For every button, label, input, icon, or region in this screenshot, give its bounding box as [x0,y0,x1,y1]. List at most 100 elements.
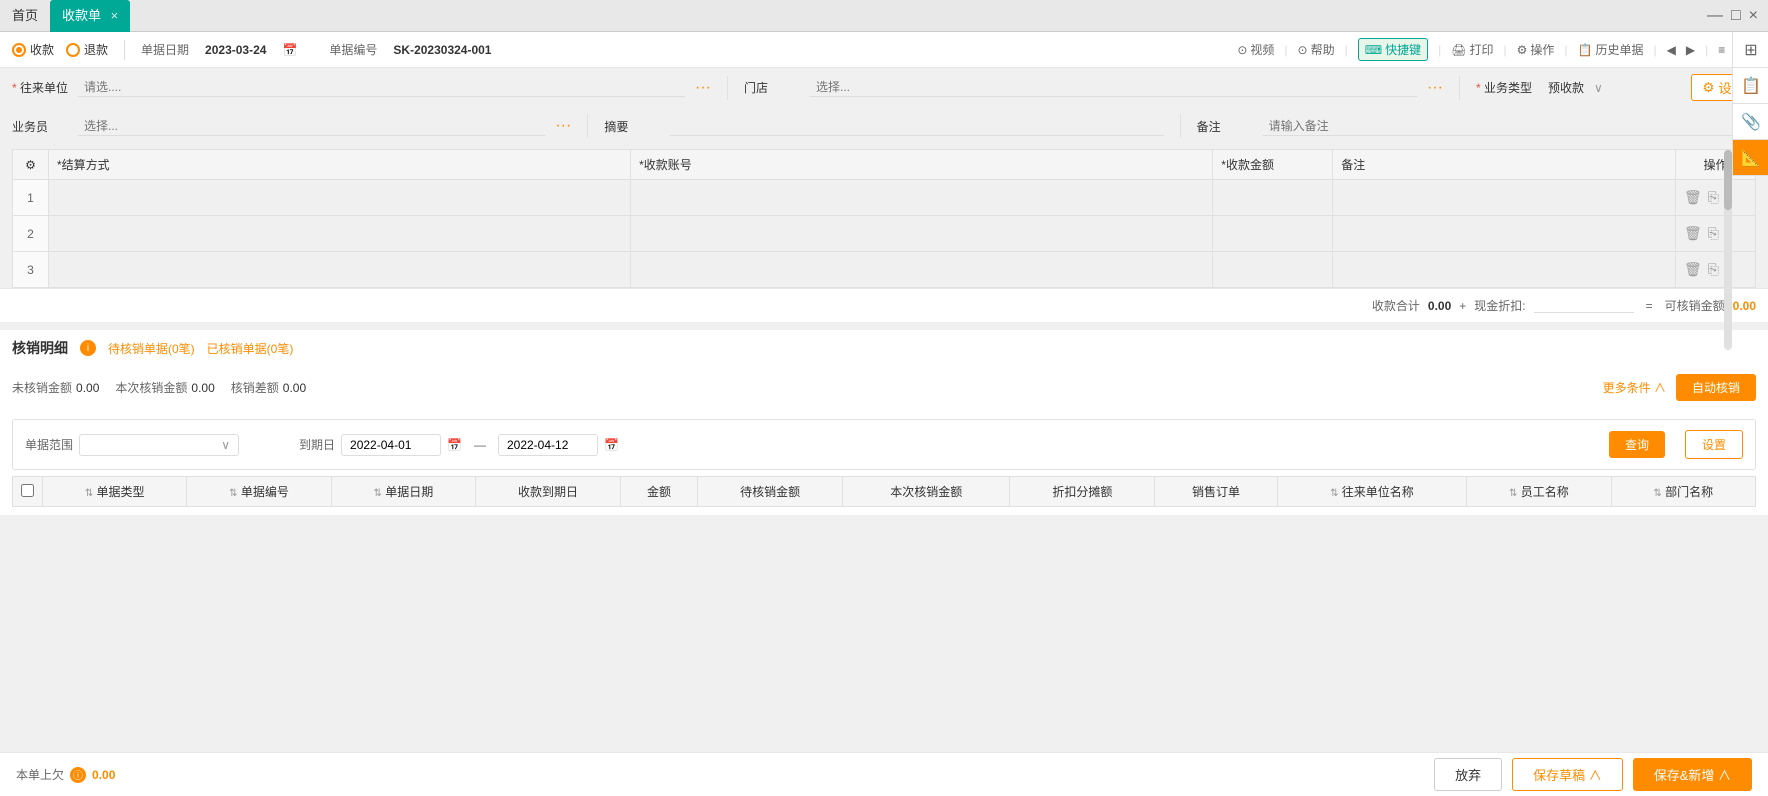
store-input[interactable] [810,78,1417,97]
range-select[interactable]: ∨ [79,434,239,456]
row-note-1[interactable] [1333,180,1676,216]
row-settle-3[interactable] [49,252,631,288]
field-sep-3 [587,114,588,138]
done-tab[interactable]: 已核销单据(0笔) [207,340,294,357]
row-delete-icon-2[interactable]: 🗑 [1684,225,1702,242]
table-th-settle: *结算方式 [49,150,631,180]
writeoff-info-icon[interactable]: i [80,340,96,356]
video-btn[interactable]: ⊙ 视频 [1237,41,1274,58]
sort-icon-docno: ⇅ [229,488,237,499]
minimize-icon[interactable]: — [1707,7,1723,25]
calendar-icon[interactable]: 📅 [282,43,297,57]
tab-home[interactable]: 首页 [0,0,50,32]
writeoff-title: 核销明细 [12,338,68,358]
duedate-field: 到期日 📅 — 📅 [299,434,619,456]
stat-diff: 核销差额 0.00 [231,379,306,396]
row-settle-2[interactable] [49,216,631,252]
row-settle-1[interactable] [49,180,631,216]
table-gear-th[interactable]: ⚙ [13,150,49,180]
select-all-checkbox[interactable] [21,484,34,497]
settings-gear-icon: ⚙ [1702,80,1714,96]
date-from-input[interactable] [341,434,441,456]
row-actions-2: 🗑 ⎘ [1676,216,1756,252]
row-amount-2[interactable] [1213,216,1333,252]
more-conditions-btn[interactable]: 更多条件 ∧ [1603,379,1666,396]
staff-label: 业务员 [12,118,72,135]
summary-field: 摘要 [604,117,1163,136]
cal-from-icon[interactable]: 📅 [447,438,462,452]
right-panel-icon-2[interactable]: 📋 [1733,68,1768,104]
close-window-icon[interactable]: × [1749,7,1758,25]
store-more-icon[interactable]: ··· [1427,79,1443,97]
row-account-3[interactable] [631,252,1213,288]
date-value: 2023-03-24 [205,43,266,57]
abandon-button[interactable]: 放弃 [1434,758,1502,791]
right-panel-icon-4[interactable]: 📐 [1733,140,1768,176]
range-label: 单据范围 [25,436,73,453]
sort-icon-type: ⇅ [85,488,93,499]
right-panel-icon-3[interactable]: 📎 [1733,104,1768,140]
auto-writeoff-btn[interactable]: 自动核销 [1676,374,1756,401]
radio-collect[interactable]: 收款 [12,41,54,58]
row-note-2[interactable] [1333,216,1676,252]
help-btn[interactable]: ⊙ 帮助 [1298,41,1335,58]
bottom-th-check[interactable] [13,477,43,507]
scrollbar-track[interactable] [1724,150,1732,350]
print-label: 打印 [1469,41,1493,58]
row-note-3[interactable] [1333,252,1676,288]
dropdown-arrow-icon[interactable]: ∨ [1594,81,1603,95]
nav-prev-icon[interactable]: ◀ [1667,43,1676,57]
bottom-th-thisamt: 本次核销金额 [843,477,1010,507]
save-draft-button[interactable]: 保存草稿 ∧ [1512,758,1623,791]
query-button[interactable]: 查询 [1609,431,1665,458]
row-copy-icon-1[interactable]: ⎘ [1708,189,1719,206]
shortcut-icon: ⌨ [1365,43,1382,57]
list-view-icon[interactable]: ≡ [1718,43,1725,57]
avail-label: 可核销金额 [1665,297,1725,314]
sort-icon-unitname: ⇅ [1330,488,1338,499]
period-info-icon[interactable]: ⓘ [70,767,86,783]
row-account-2[interactable] [631,216,1213,252]
scrollbar-thumb[interactable] [1724,150,1732,210]
cal-to-icon[interactable]: 📅 [604,438,619,452]
doc-label: 单据编号 [329,41,377,58]
tab-active[interactable]: 收款单 × [50,0,130,32]
note-input[interactable] [1263,117,1756,136]
sep2: | [1345,43,1348,57]
save-new-button[interactable]: 保存&新增 ∧ [1633,758,1752,791]
staff-input[interactable] [78,117,545,136]
unit-input[interactable] [78,78,685,97]
shortcut-btn[interactable]: ⌨ 快捷键 [1358,38,1428,61]
staff-more-icon[interactable]: ··· [555,117,571,135]
row-delete-icon-3[interactable]: 🗑 [1684,261,1702,278]
print-btn[interactable]: 🖨 打印 [1451,41,1493,58]
date-to-input[interactable] [498,434,598,456]
row-copy-icon-2[interactable]: ⎘ [1708,225,1719,242]
biztype-value: 预收款 [1548,79,1584,96]
bottom-table: ⇅ 单据类型 ⇅ 单据编号 ⇅ 单据日期 收款到期日 金额 待核销金额 本次核销… [12,476,1756,507]
tab-label: 收款单 [62,8,101,23]
summary-input[interactable] [670,117,1163,136]
radio-refund[interactable]: 退款 [66,41,108,58]
nav-next-icon[interactable]: ▶ [1686,43,1695,57]
period-value: 0.00 [92,768,115,782]
right-panel-icon-1[interactable]: ⊞ [1733,32,1768,68]
unit-more-icon[interactable]: ··· [695,79,711,97]
field-sep-1 [727,76,728,100]
writeoff-section: 核销明细 i 待核销单据(0笔) 已核销单据(0笔) 未核销金额 0.00 本次… [0,330,1768,515]
search-settings-button[interactable]: 设置 [1685,430,1743,459]
row-copy-icon-3[interactable]: ⎘ [1708,261,1719,278]
history-btn[interactable]: 📋 历史单据 [1578,41,1644,58]
bottom-bar: 本单上欠 ⓘ 0.00 放弃 保存草稿 ∧ 保存&新增 ∧ [0,752,1768,796]
row-delete-icon-1[interactable]: 🗑 [1684,189,1702,206]
eq-sign: = [1646,299,1653,313]
tab-close-icon[interactable]: × [111,8,119,23]
operation-btn[interactable]: ⚙ 操作 [1517,41,1555,58]
row-amount-3[interactable] [1213,252,1333,288]
maximize-icon[interactable]: □ [1731,7,1741,25]
collect-total-label: 收款合计 [1372,297,1420,314]
row-account-1[interactable] [631,180,1213,216]
pending-tab[interactable]: 待核销单据(0笔) [108,340,195,357]
discount-input[interactable] [1534,298,1634,313]
row-amount-1[interactable] [1213,180,1333,216]
